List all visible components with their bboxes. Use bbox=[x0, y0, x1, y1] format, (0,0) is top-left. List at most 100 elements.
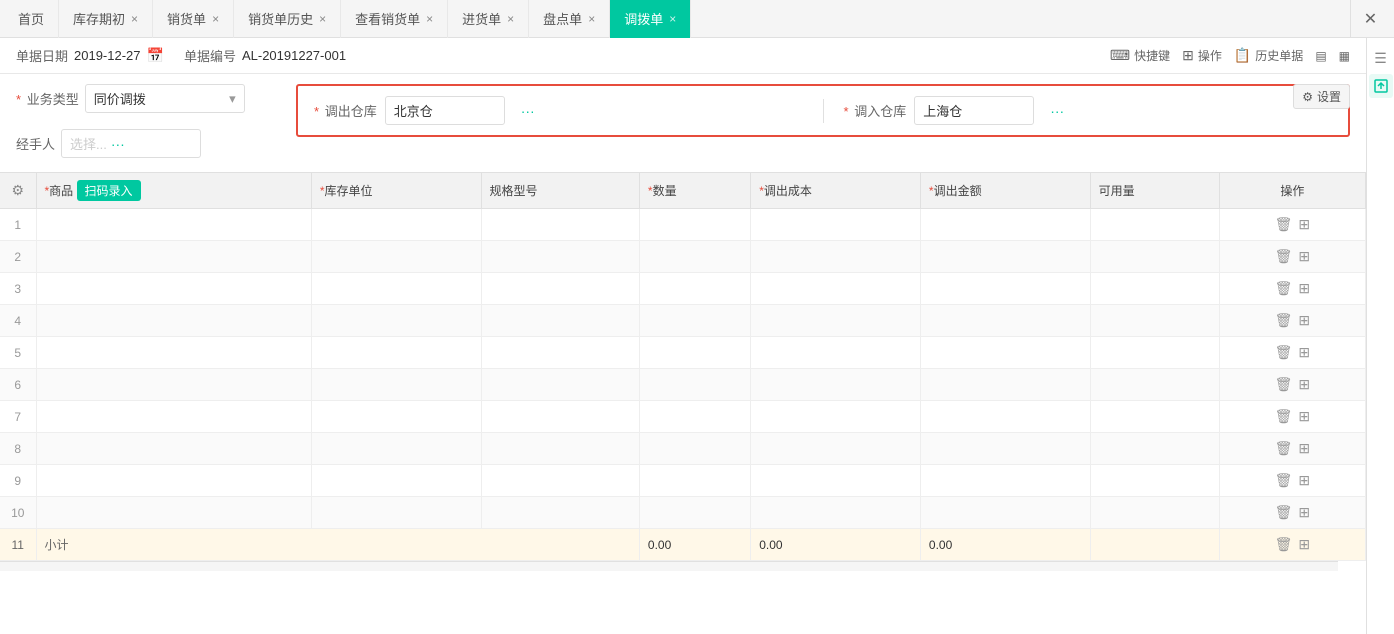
cost-cell[interactable] bbox=[751, 209, 921, 241]
spec-cell[interactable] bbox=[481, 433, 639, 465]
amount-cell[interactable] bbox=[920, 337, 1090, 369]
tab-view-sales-close[interactable]: × bbox=[426, 13, 433, 25]
copy-icon[interactable]: ⊞ bbox=[1298, 344, 1310, 361]
amount-cell[interactable] bbox=[920, 369, 1090, 401]
qty-cell[interactable] bbox=[639, 465, 750, 497]
unit-cell[interactable] bbox=[311, 369, 481, 401]
delete-icon[interactable]: 🗑 bbox=[1275, 312, 1293, 329]
tab-transfer[interactable]: 调拨单 × bbox=[610, 0, 691, 38]
business-type-select[interactable]: 同价调拨 ▾ bbox=[85, 84, 245, 113]
amount-cell[interactable] bbox=[920, 433, 1090, 465]
available-cell[interactable] bbox=[1090, 401, 1219, 433]
spec-cell[interactable] bbox=[481, 241, 639, 273]
delete-icon[interactable]: 🗑 bbox=[1275, 280, 1293, 297]
product-cell[interactable] bbox=[36, 369, 311, 401]
unit-cell[interactable] bbox=[311, 241, 481, 273]
out-warehouse-input[interactable]: 北京仓 bbox=[385, 96, 505, 125]
qty-cell[interactable] bbox=[639, 433, 750, 465]
product-cell[interactable] bbox=[36, 497, 311, 529]
spec-cell[interactable] bbox=[481, 465, 639, 497]
tab-inventory-init[interactable]: 库存期初 × bbox=[59, 0, 153, 38]
quick-keys-button[interactable]: ⌨ 快捷键 bbox=[1110, 47, 1170, 64]
amount-cell[interactable] bbox=[920, 465, 1090, 497]
product-cell[interactable] bbox=[36, 209, 311, 241]
qty-cell[interactable] bbox=[639, 337, 750, 369]
copy-icon[interactable]: ⊞ bbox=[1298, 504, 1310, 521]
tab-stocktake-close[interactable]: × bbox=[588, 13, 595, 25]
qty-cell[interactable] bbox=[639, 209, 750, 241]
cost-cell[interactable] bbox=[751, 401, 921, 433]
column-settings-icon[interactable]: ⚙ bbox=[11, 182, 24, 198]
product-cell[interactable] bbox=[36, 305, 311, 337]
amount-cell[interactable] bbox=[920, 497, 1090, 529]
copy-icon[interactable]: ⊞ bbox=[1298, 280, 1310, 297]
in-warehouse-input[interactable]: 上海仓 bbox=[914, 96, 1034, 125]
tab-view-sales[interactable]: 查看销货单 × bbox=[341, 0, 448, 38]
product-cell[interactable] bbox=[36, 401, 311, 433]
copy-icon[interactable]: ⊞ bbox=[1298, 536, 1310, 553]
cost-cell[interactable] bbox=[751, 241, 921, 273]
cost-cell[interactable] bbox=[751, 273, 921, 305]
horizontal-scrollbar[interactable] bbox=[0, 561, 1338, 571]
delete-icon[interactable]: 🗑 bbox=[1275, 472, 1293, 489]
spec-cell[interactable] bbox=[481, 337, 639, 369]
unit-cell[interactable] bbox=[311, 465, 481, 497]
unit-cell[interactable] bbox=[311, 305, 481, 337]
unit-cell[interactable] bbox=[311, 401, 481, 433]
cost-cell[interactable] bbox=[751, 465, 921, 497]
amount-cell[interactable] bbox=[920, 241, 1090, 273]
product-cell[interactable] bbox=[36, 433, 311, 465]
copy-icon[interactable]: ⊞ bbox=[1298, 312, 1310, 329]
copy-icon[interactable]: ⊞ bbox=[1298, 440, 1310, 457]
tab-purchase-close[interactable]: × bbox=[507, 13, 514, 25]
tab-stocktake[interactable]: 盘点单 × bbox=[529, 0, 610, 38]
tab-inventory-init-close[interactable]: × bbox=[131, 13, 138, 25]
right-panel-export-icon[interactable] bbox=[1369, 74, 1393, 98]
tab-purchase[interactable]: 进货单 × bbox=[448, 0, 529, 38]
amount-cell[interactable] bbox=[920, 401, 1090, 433]
qty-cell[interactable] bbox=[639, 369, 750, 401]
qty-cell[interactable] bbox=[639, 273, 750, 305]
copy-icon[interactable]: ⊞ bbox=[1298, 248, 1310, 265]
unit-cell[interactable] bbox=[311, 273, 481, 305]
unit-cell[interactable] bbox=[311, 337, 481, 369]
out-warehouse-more-button[interactable]: ··· bbox=[521, 103, 535, 119]
available-cell[interactable] bbox=[1090, 497, 1219, 529]
available-cell[interactable] bbox=[1090, 337, 1219, 369]
spec-cell[interactable] bbox=[481, 369, 639, 401]
amount-cell[interactable] bbox=[920, 209, 1090, 241]
delete-icon[interactable]: 🗑 bbox=[1275, 408, 1293, 425]
calendar-icon[interactable]: 📅 bbox=[147, 47, 164, 64]
delete-icon[interactable]: 🗑 bbox=[1275, 376, 1293, 393]
copy-icon[interactable]: ⊞ bbox=[1298, 216, 1310, 233]
layout2-button[interactable]: ▦ bbox=[1339, 49, 1350, 63]
cost-cell[interactable] bbox=[751, 337, 921, 369]
copy-icon[interactable]: ⊞ bbox=[1298, 408, 1310, 425]
tab-sales-history-close[interactable]: × bbox=[319, 13, 326, 25]
scan-button[interactable]: 扫码录入 bbox=[77, 180, 141, 201]
handler-more-button[interactable]: ··· bbox=[111, 136, 125, 152]
spec-cell[interactable] bbox=[481, 497, 639, 529]
amount-cell[interactable] bbox=[920, 305, 1090, 337]
unit-cell[interactable] bbox=[311, 497, 481, 529]
copy-icon[interactable]: ⊞ bbox=[1298, 472, 1310, 489]
cost-cell[interactable] bbox=[751, 497, 921, 529]
available-cell[interactable] bbox=[1090, 465, 1219, 497]
unit-cell[interactable] bbox=[311, 433, 481, 465]
spec-cell[interactable] bbox=[481, 401, 639, 433]
operations-button[interactable]: ⊞ 操作 bbox=[1182, 47, 1222, 64]
delete-icon[interactable]: 🗑 bbox=[1275, 248, 1293, 265]
spec-cell[interactable] bbox=[481, 209, 639, 241]
delete-icon[interactable]: 🗑 bbox=[1275, 216, 1293, 233]
delete-icon[interactable]: 🗑 bbox=[1275, 344, 1293, 361]
product-cell[interactable] bbox=[36, 273, 311, 305]
qty-cell[interactable] bbox=[639, 305, 750, 337]
spec-cell[interactable] bbox=[481, 305, 639, 337]
tab-sales-order[interactable]: 销货单 × bbox=[153, 0, 234, 38]
qty-cell[interactable] bbox=[639, 241, 750, 273]
in-warehouse-more-button[interactable]: ··· bbox=[1050, 103, 1064, 119]
amount-cell[interactable] bbox=[920, 273, 1090, 305]
tab-home[interactable]: 首页 bbox=[4, 0, 59, 38]
cost-cell[interactable] bbox=[751, 305, 921, 337]
setting-button[interactable]: ⚙ 设置 bbox=[1293, 84, 1350, 109]
